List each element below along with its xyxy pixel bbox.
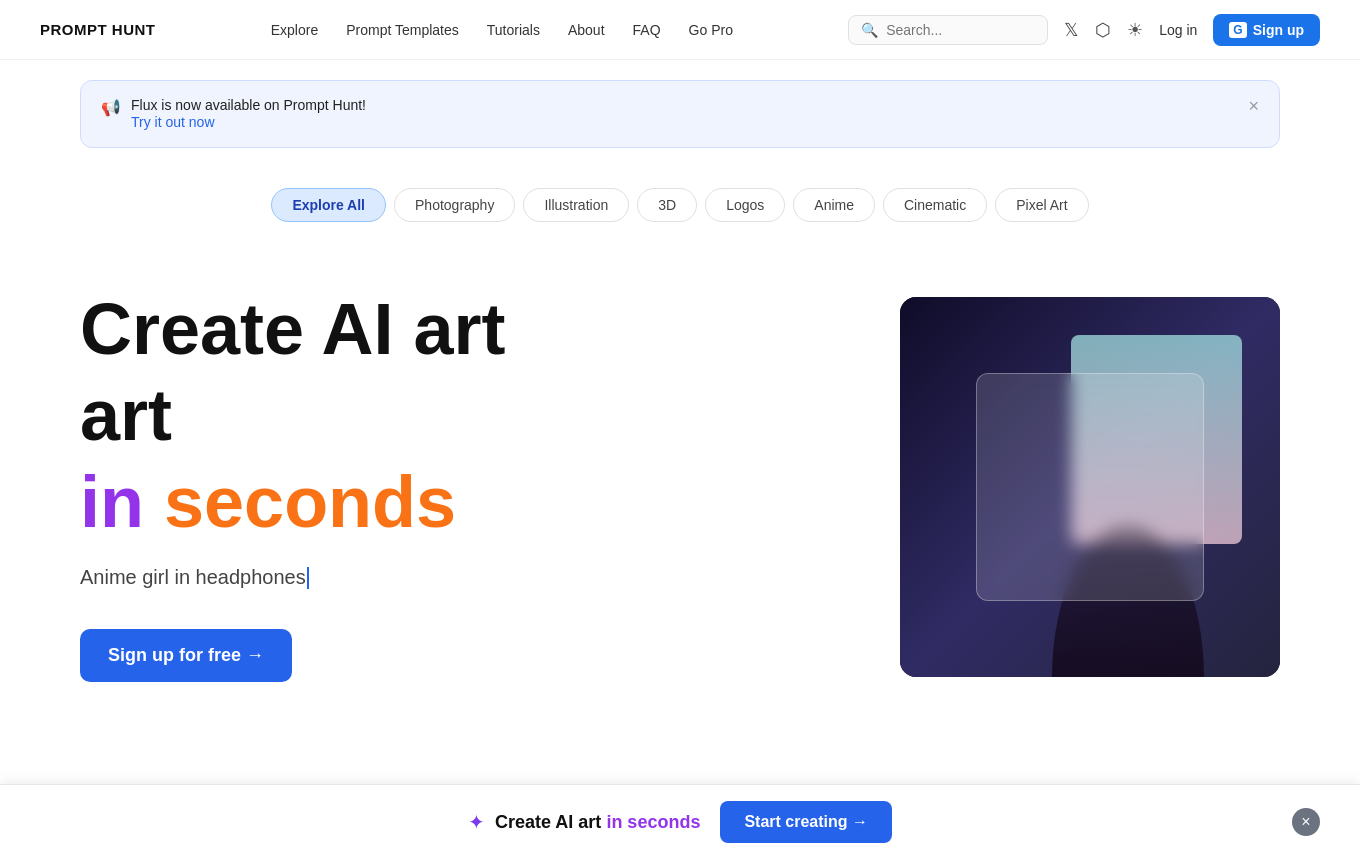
tab-explore-all[interactable]: Explore All <box>271 188 386 222</box>
announcement-message: Flux is now available on Prompt Hunt! <box>131 97 366 113</box>
tab-pixel-art[interactable]: Pixel Art <box>995 188 1088 222</box>
hero-title-gradient: in seconds <box>80 463 840 542</box>
search-box[interactable]: 🔍 <box>848 15 1048 45</box>
hero-image <box>900 297 1280 677</box>
tab-photography[interactable]: Photography <box>394 188 515 222</box>
hero-section: Create AI art art in seconds Anime girl … <box>0 252 1360 742</box>
announcement-content: 📢 Flux is now available on Prompt Hunt! … <box>101 97 366 131</box>
login-button[interactable]: Log in <box>1159 22 1197 38</box>
announcement-text: Flux is now available on Prompt Hunt! Tr… <box>131 97 366 131</box>
discord-icon[interactable]: ⬡ <box>1095 19 1111 41</box>
hero-title-line1: Create AI art <box>80 292 840 368</box>
site-logo[interactable]: PROMPT HUNT <box>40 21 156 38</box>
nav-links: Explore Prompt Templates Tutorials About… <box>271 22 733 38</box>
announcement-close-button[interactable]: × <box>1248 97 1259 115</box>
category-tabs: Explore All Photography Illustration 3D … <box>0 168 1360 252</box>
hero-subtitle-text: Anime girl in headphones <box>80 566 306 589</box>
hero-seconds-text: seconds <box>164 462 456 542</box>
tab-illustration[interactable]: Illustration <box>523 188 629 222</box>
signup-button[interactable]: G Sign up <box>1213 14 1320 46</box>
signup-label: Sign up <box>1253 22 1304 38</box>
tab-anime[interactable]: Anime <box>793 188 875 222</box>
twitter-icon[interactable]: 𝕏 <box>1064 19 1079 41</box>
nav-tutorials[interactable]: Tutorials <box>487 22 540 38</box>
nav-about[interactable]: About <box>568 22 605 38</box>
announcement-link[interactable]: Try it out now <box>131 114 215 130</box>
megaphone-icon: 📢 <box>101 98 121 117</box>
nav-explore[interactable]: Explore <box>271 22 318 38</box>
search-input[interactable] <box>886 22 1035 38</box>
google-icon: G <box>1229 22 1246 38</box>
hero-title-art: art <box>80 378 840 454</box>
tab-cinematic[interactable]: Cinematic <box>883 188 987 222</box>
search-icon: 🔍 <box>861 22 878 38</box>
navbar: PROMPT HUNT Explore Prompt Templates Tut… <box>0 0 1360 60</box>
hero-right <box>900 297 1280 677</box>
hero-in-text: in <box>80 462 144 542</box>
nav-go-pro[interactable]: Go Pro <box>689 22 733 38</box>
signup-cta-button[interactable]: Sign up for free → <box>80 629 292 682</box>
nav-faq[interactable]: FAQ <box>633 22 661 38</box>
cursor-blink <box>307 567 309 589</box>
nav-right: 🔍 𝕏 ⬡ ☀ Log in G Sign up <box>848 14 1320 46</box>
theme-toggle[interactable]: ☀ <box>1127 19 1143 41</box>
nav-prompt-templates[interactable]: Prompt Templates <box>346 22 459 38</box>
tab-3d[interactable]: 3D <box>637 188 697 222</box>
tab-logos[interactable]: Logos <box>705 188 785 222</box>
hero-subtitle: Anime girl in headphones <box>80 566 840 589</box>
announcement-bar: 📢 Flux is now available on Prompt Hunt! … <box>80 80 1280 148</box>
hero-left: Create AI art art in seconds Anime girl … <box>80 292 840 682</box>
hero-image-overlay <box>976 373 1204 601</box>
